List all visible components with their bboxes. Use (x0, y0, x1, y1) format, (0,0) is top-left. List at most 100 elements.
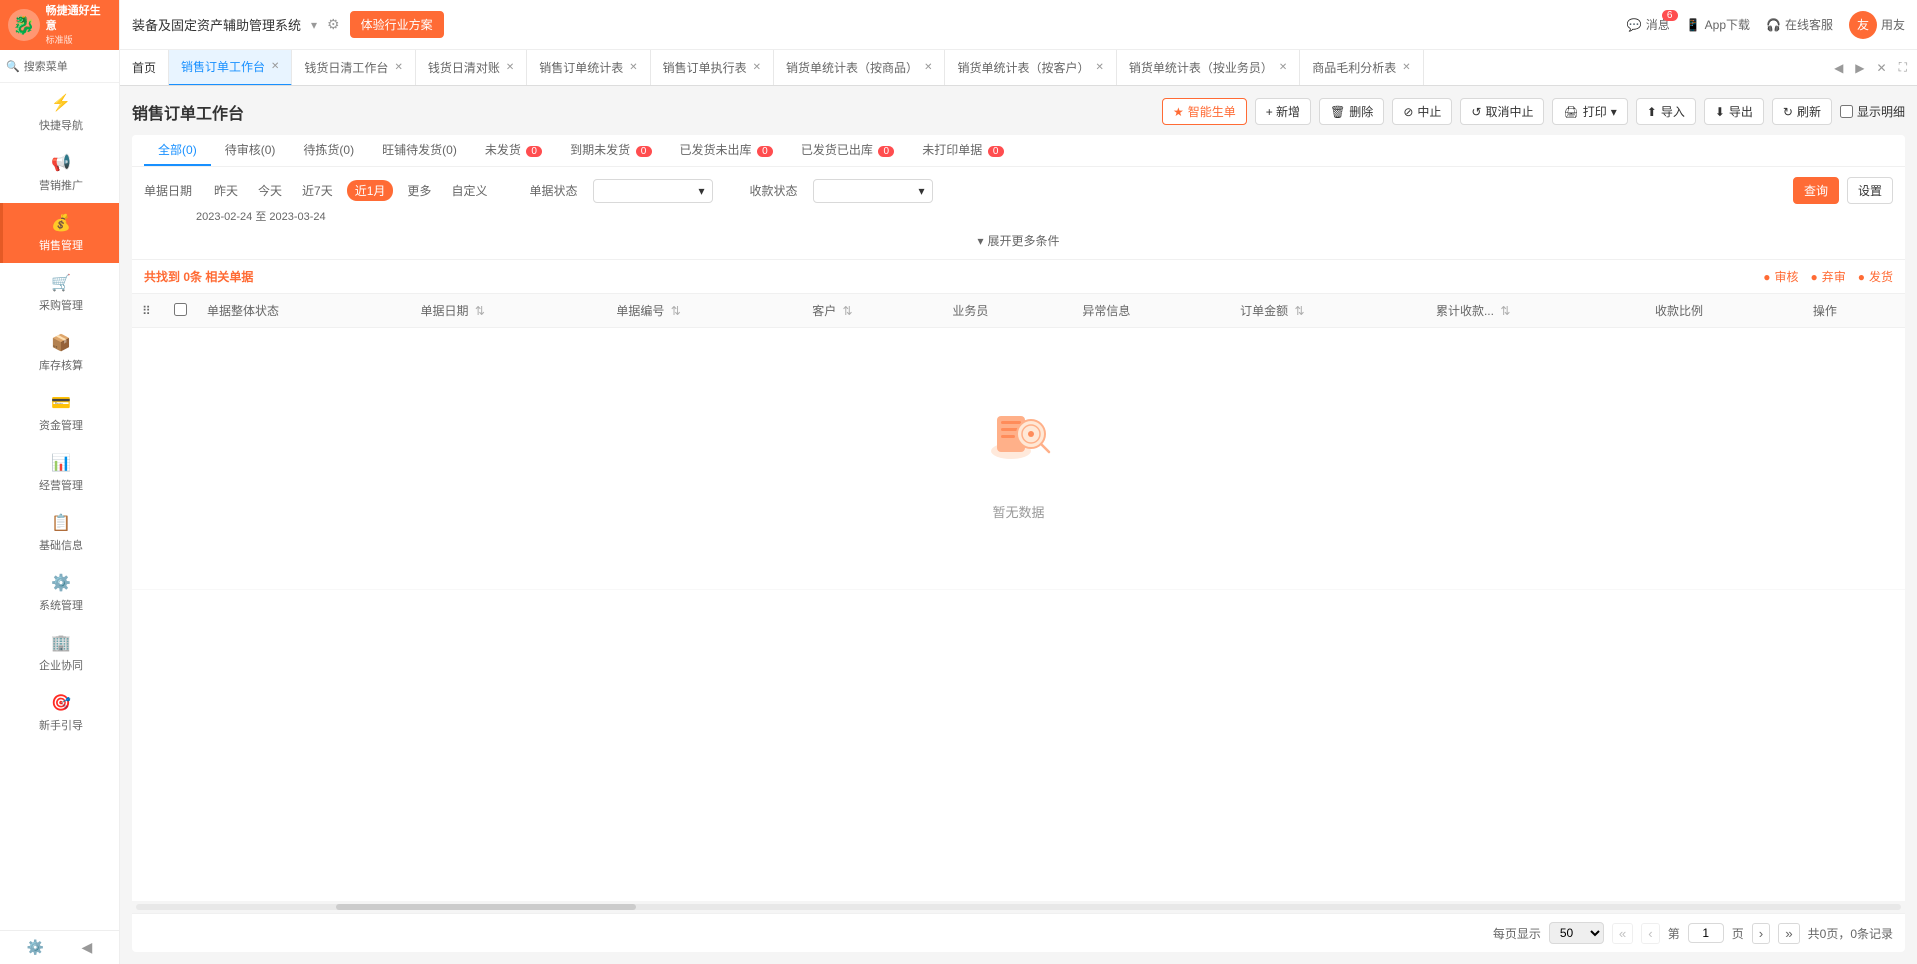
user-button[interactable]: 友 用友 (1849, 11, 1905, 39)
select-all-checkbox[interactable] (174, 303, 187, 316)
export-button[interactable]: ⬇ 导出 (1704, 98, 1764, 125)
tab-home[interactable]: 首页 (120, 50, 169, 86)
tab-close-sales-stats[interactable]: ✕ (629, 62, 637, 73)
sidebar-item-operation[interactable]: 📊 经营管理 (0, 443, 119, 503)
customer-sort-icon[interactable]: ⇅ (843, 304, 853, 318)
th-amount[interactable]: 订单金额 ⇅ (1230, 294, 1426, 328)
tab-close-sales-workbench[interactable]: ✕ (271, 61, 279, 72)
collapse-icon[interactable]: ◀ (82, 939, 93, 956)
date-option-yesterday[interactable]: 昨天 (208, 180, 244, 201)
refresh-button[interactable]: ↻ 刷新 (1772, 98, 1832, 125)
sidebar-item-system[interactable]: ⚙️ 系统管理 (0, 563, 119, 623)
sidebar-item-guide[interactable]: 🎯 新手引导 (0, 683, 119, 743)
tab-close-product-profit[interactable]: ✕ (1402, 62, 1410, 73)
horizontal-scrollbar[interactable] (132, 901, 1905, 913)
sub-tab-overdue[interactable]: 到期未发货 0 (556, 135, 665, 166)
ship-icon: ● (1858, 270, 1865, 284)
date-option-1month[interactable]: 近1月 (347, 180, 394, 201)
tab-monthly-staff[interactable]: 销货单统计表（按业务员） ✕ (1117, 50, 1300, 86)
system-dropdown-icon[interactable]: ▾ (311, 18, 317, 32)
th-number[interactable]: 单据编号 ⇅ (606, 294, 802, 328)
sidebar-item-basic[interactable]: 📋 基础信息 (0, 503, 119, 563)
delete-button[interactable]: 🗑 删除 (1319, 98, 1384, 125)
tab-close-all-icon[interactable]: ✕ (1873, 59, 1891, 77)
sub-tab-unshipped[interactable]: 未发货 0 (471, 135, 556, 166)
sidebar-item-sales[interactable]: 💰 销售管理 (0, 203, 119, 263)
app-download-button[interactable]: 📱 App下载 (1686, 16, 1750, 33)
tab-cash-reconcile[interactable]: 钱货日清对账 ✕ (416, 50, 527, 86)
tab-cash-daily[interactable]: 钱货日清工作台 ✕ (292, 50, 415, 86)
first-page-button[interactable]: « (1612, 923, 1633, 944)
th-collected[interactable]: 累计收款... ⇅ (1426, 294, 1645, 328)
th-checkbox[interactable] (164, 294, 197, 328)
page-input[interactable] (1688, 923, 1724, 943)
tab-close-monthly-product[interactable]: ✕ (924, 62, 932, 73)
print-button[interactable]: 🖨 打印 ▾ (1552, 98, 1627, 125)
sidebar-item-inventory[interactable]: 📦 库存核算 (0, 323, 119, 383)
settings-icon[interactable]: ⚙️ (27, 939, 44, 956)
sidebar-item-quick[interactable]: ⚡ 快捷导航 (0, 83, 119, 143)
show-detail-checkbox-label[interactable]: 显示明细 (1840, 103, 1905, 120)
cancel-stop-button[interactable]: ↺ 取消中止 (1460, 98, 1544, 125)
tab-expand-icon[interactable]: ⛶ (1895, 58, 1911, 77)
sub-tab-shipped-in[interactable]: 已发货未出库 0 (666, 135, 787, 166)
tab-monthly-customer[interactable]: 销货单统计表（按客户） ✕ (945, 50, 1116, 86)
amount-sort-icon[interactable]: ⇅ (1294, 304, 1304, 318)
sub-tab-pending-review[interactable]: 待审核(0) (211, 135, 290, 166)
tab-close-cash-daily[interactable]: ✕ (394, 62, 402, 73)
smart-create-button[interactable]: ★ 智能生单 (1162, 98, 1247, 125)
tab-sales-workbench[interactable]: 销售订单工作台 ✕ (169, 50, 292, 86)
th-customer[interactable]: 客户 ⇅ (802, 294, 942, 328)
sub-tab-all[interactable]: 全部(0) (144, 135, 211, 166)
last-page-button[interactable]: » (1778, 923, 1799, 944)
date-option-today[interactable]: 今天 (252, 180, 288, 201)
audit-action[interactable]: ● 审核 (1763, 268, 1798, 285)
scroll-thumb[interactable] (336, 904, 636, 910)
message-button[interactable]: 💬 消息 6 (1627, 16, 1670, 33)
tab-close-cash-reconcile[interactable]: ✕ (506, 62, 514, 73)
revoke-action[interactable]: ● 弃审 (1810, 268, 1845, 285)
sidebar-item-enterprise[interactable]: 🏢 企业协同 (0, 623, 119, 683)
sub-tab-unprinted[interactable]: 未打印单据 0 (908, 135, 1017, 166)
page-size-select[interactable]: 10 20 50 100 (1549, 922, 1604, 944)
tab-sales-exec[interactable]: 销售订单执行表 ✕ (651, 50, 774, 86)
topbar-gear-icon[interactable]: ⚙ (327, 16, 340, 33)
add-button[interactable]: + 新增 (1255, 98, 1311, 125)
sidebar-item-marketing[interactable]: 📢 营销推广 (0, 143, 119, 203)
prev-page-button[interactable]: ‹ (1641, 923, 1659, 944)
next-page-button[interactable]: › (1752, 923, 1770, 944)
sub-tab-shipped-out[interactable]: 已发货已出库 0 (787, 135, 908, 166)
sub-tab-pending-inspect[interactable]: 待拣货(0) (289, 135, 368, 166)
payment-select[interactable]: ▾ (813, 179, 933, 203)
import-button[interactable]: ⬆ 导入 (1636, 98, 1696, 125)
tab-sales-stats[interactable]: 销售订单统计表 ✕ (527, 50, 650, 86)
settings-button[interactable]: 设置 (1847, 177, 1893, 204)
online-service-button[interactable]: 🎧 在线客服 (1766, 16, 1833, 33)
tab-prev-icon[interactable]: ◀ (1830, 59, 1847, 77)
sub-tab-wangpu[interactable]: 旺铺待发货(0) (368, 135, 471, 166)
date-sort-icon[interactable]: ⇅ (475, 304, 485, 318)
ship-action[interactable]: ● 发货 (1858, 268, 1893, 285)
stop-button[interactable]: ⊘ 中止 (1392, 98, 1452, 125)
tab-next-icon[interactable]: ▶ (1851, 59, 1868, 77)
tab-product-profit[interactable]: 商品毛利分析表 ✕ (1300, 50, 1423, 86)
sidebar-search[interactable]: 🔍 搜索菜单 (0, 50, 119, 83)
th-date[interactable]: 单据日期 ⇅ (410, 294, 606, 328)
tab-monthly-product[interactable]: 销货单统计表（按商品） ✕ (774, 50, 945, 86)
date-option-more[interactable]: 更多 (401, 180, 437, 201)
sidebar-item-finance[interactable]: 💳 资金管理 (0, 383, 119, 443)
tab-close-sales-exec[interactable]: ✕ (753, 62, 761, 73)
status-select[interactable]: ▾ (593, 179, 713, 203)
date-option-custom[interactable]: 自定义 (445, 180, 493, 201)
sidebar-item-purchase[interactable]: 🛒 采购管理 (0, 263, 119, 323)
show-detail-checkbox[interactable] (1840, 105, 1853, 118)
collected-sort-icon[interactable]: ⇅ (1500, 304, 1510, 318)
expand-filter-button[interactable]: ▾ 展开更多条件 (144, 232, 1893, 249)
solution-button[interactable]: 体验行业方案 (350, 11, 444, 38)
tab-close-monthly-customer[interactable]: ✕ (1095, 62, 1103, 73)
query-button[interactable]: 查询 (1793, 177, 1839, 204)
date-option-7days[interactable]: 近7天 (296, 180, 339, 201)
tab-close-monthly-staff[interactable]: ✕ (1279, 62, 1287, 73)
audit-icon: ● (1763, 270, 1770, 284)
number-sort-icon[interactable]: ⇅ (671, 304, 681, 318)
